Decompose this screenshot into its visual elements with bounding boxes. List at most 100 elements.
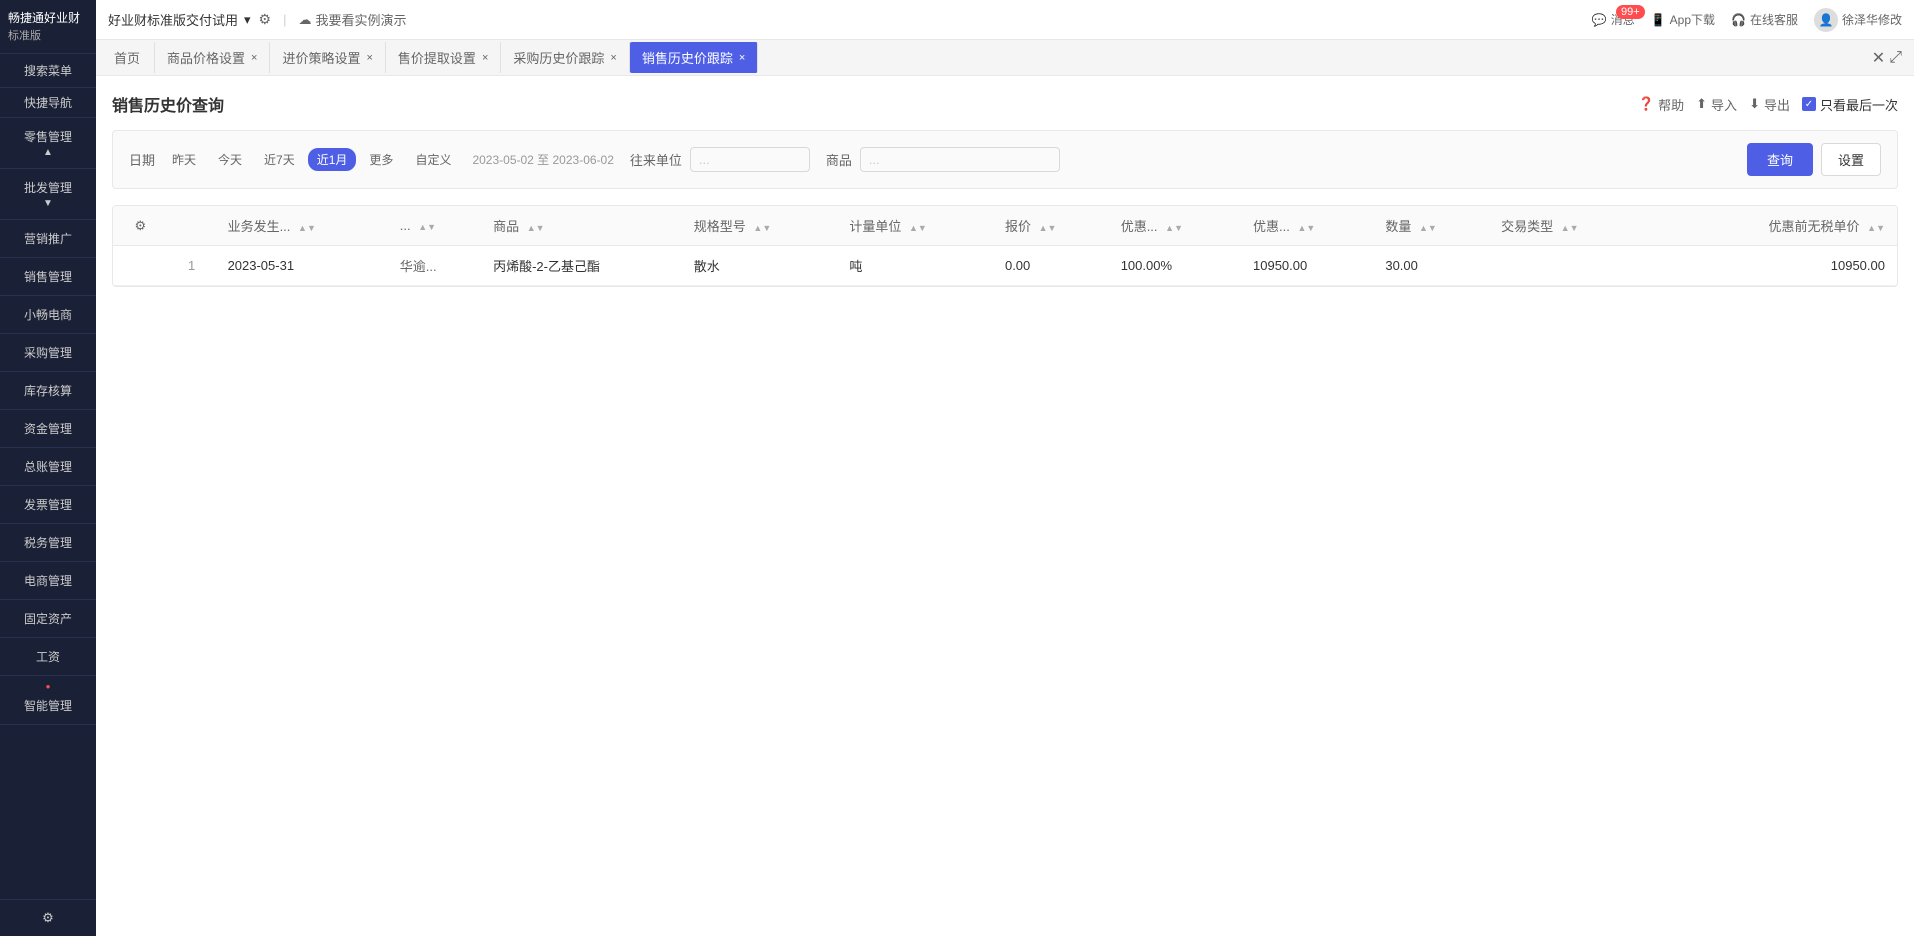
sidebar-item-assets[interactable]: 固定资产 [0, 600, 96, 638]
sort-icon: ▲▼ [1419, 223, 1437, 233]
sidebar-item-label: 销售管理 [24, 268, 72, 285]
col-spec[interactable]: 规格型号 ▲▼ [682, 206, 838, 246]
sidebar-item-sales[interactable]: 销售管理 [0, 258, 96, 296]
tab-purchase-strategy[interactable]: 进价策略设置 × [270, 42, 385, 73]
product-filter-group: 商品 ... [826, 147, 1060, 172]
col-business-date[interactable]: 业务发生... ▲▼ [216, 206, 388, 246]
sidebar-item-ecommerce[interactable]: 电商管理 [0, 562, 96, 600]
sidebar-item-wholesale[interactable]: 批发管理 ▼ [0, 169, 96, 220]
sidebar-logo: 畅捷通好业财 标准版 [0, 0, 96, 54]
tab-price-extract-close[interactable]: × [482, 52, 488, 64]
sidebar-item-inventory[interactable]: 库存核算 [0, 372, 96, 410]
query-button[interactable]: 查询 [1747, 143, 1813, 176]
import-label: 导入 [1711, 95, 1737, 114]
sidebar-item-label: 发票管理 [24, 496, 72, 513]
username-label: 徐泽华修改 [1842, 11, 1902, 28]
tab-price-extract[interactable]: 售价提取设置 × [386, 42, 501, 73]
sidebar-item-tax[interactable]: 税务管理 [0, 524, 96, 562]
import-button[interactable]: ⬆ 导入 [1696, 95, 1737, 114]
source-unit-filter-group: 往来单位 ... [630, 147, 810, 172]
row-quantity-cell: 30.00 [1373, 246, 1489, 286]
product-dots: ... [869, 152, 880, 167]
sort-icon: ▲▼ [298, 223, 316, 233]
col-config[interactable]: ⚙ [113, 206, 168, 246]
tab-purchase-strategy-close[interactable]: × [366, 52, 372, 64]
date-more[interactable]: 更多 [360, 148, 402, 171]
sidebar-item-purchase[interactable]: 采购管理 [0, 334, 96, 372]
col-ellipsis-label: ... [400, 218, 411, 233]
sidebar-quicknav[interactable]: 快捷导航 [0, 88, 96, 118]
question-icon: ❓ [1638, 96, 1654, 112]
sidebar-item-label: 总账管理 [24, 458, 72, 475]
last-only-checkbox[interactable]: ✓ 只看最后一次 [1802, 95, 1898, 114]
date-yesterday[interactable]: 昨天 [163, 148, 205, 171]
tab-price[interactable]: 商品价格设置 × [155, 42, 270, 73]
tab-price-close[interactable]: × [251, 52, 257, 64]
product-input[interactable]: ... [860, 147, 1060, 172]
app-download-button[interactable]: 📱 App下载 [1651, 11, 1715, 28]
col-business-date-label: 业务发生... [228, 219, 291, 234]
page-actions: ❓ 帮助 ⬆ 导入 ⬇ 导出 ✓ 只看最后一次 [1638, 95, 1898, 114]
export-button[interactable]: ⬇ 导出 [1749, 95, 1790, 114]
sidebar: 畅捷通好业财 标准版 搜索菜单 快捷导航 零售管理 ▲ 批发管理 ▼ 营销推广 … [0, 0, 96, 936]
sidebar-item-marketing[interactable]: 营销推广 [0, 220, 96, 258]
col-transaction-type[interactable]: 交易类型 ▲▼ [1489, 206, 1645, 246]
col-discount2-label: 优惠... [1253, 219, 1290, 234]
version-selector[interactable]: 好业财标准版交付试用 ▾ [108, 10, 251, 29]
tab-purchase-history-close[interactable]: × [610, 52, 616, 64]
source-unit-input[interactable]: ... [690, 147, 810, 172]
col-discount2[interactable]: 优惠... ▲▼ [1241, 206, 1373, 246]
tab-sales-history[interactable]: 销售历史价跟踪 × [630, 42, 758, 73]
sidebar-item-smart[interactable]: ● 智能管理 [0, 676, 96, 725]
settings-icon[interactable]: ⚙ [259, 11, 272, 28]
tab-close-all-icon[interactable]: ✕ [1872, 48, 1885, 68]
col-discount1[interactable]: 优惠... ▲▼ [1109, 206, 1241, 246]
col-product-label: 商品 [493, 219, 519, 234]
demo-link[interactable]: ☁ 我要看实例演示 [299, 10, 407, 29]
online-service-button[interactable]: 🎧 在线客服 [1731, 11, 1798, 28]
sidebar-footer-settings[interactable]: ⚙ [0, 899, 96, 936]
table-gear-icon[interactable]: ⚙ [135, 218, 147, 233]
cloud-icon: ☁ [299, 12, 312, 28]
col-ellipsis[interactable]: ... ▲▼ [388, 206, 481, 246]
date-options: 昨天 今天 近7天 近1月 更多 自定义 [163, 148, 460, 171]
version-dropdown-icon[interactable]: ▾ [244, 12, 251, 28]
col-transaction-type-label: 交易类型 [1501, 219, 1553, 234]
tab-purchase-strategy-label: 进价策略设置 [282, 48, 360, 67]
col-num [168, 206, 216, 246]
sidebar-item-salary[interactable]: 工资 [0, 638, 96, 676]
user-menu[interactable]: 👤 徐泽华修改 [1814, 8, 1902, 32]
sidebar-item-funds[interactable]: 资金管理 [0, 410, 96, 448]
table-header-row: ⚙ 业务发生... ▲▼ ... ▲▼ 商品 ▲▼ [113, 206, 1897, 246]
sidebar-item-ecommerce-small[interactable]: 小畅电商 [0, 296, 96, 334]
tab-sales-history-close[interactable]: × [739, 52, 745, 64]
col-price-label: 报价 [1005, 219, 1031, 234]
filter-area: 日期 昨天 今天 近7天 近1月 更多 自定义 2023-05-02 至 202… [112, 130, 1898, 189]
sidebar-item-retail[interactable]: 零售管理 ▲ [0, 118, 96, 169]
tab-maximize-icon[interactable]: ⤢ [1889, 49, 1902, 67]
date-last1month[interactable]: 近1月 [308, 148, 357, 171]
date-range-display: 2023-05-02 至 2023-06-02 [472, 151, 613, 168]
date-custom[interactable]: 自定义 [406, 148, 460, 171]
tab-sales-history-label: 销售历史价跟踪 [642, 48, 733, 67]
col-unit[interactable]: 计量单位 ▲▼ [837, 206, 993, 246]
help-button[interactable]: ❓ 帮助 [1638, 95, 1684, 114]
col-price[interactable]: 报价 ▲▼ [993, 206, 1109, 246]
col-product[interactable]: 商品 ▲▼ [481, 206, 682, 246]
tab-purchase-history[interactable]: 采购历史价跟踪 × [501, 42, 629, 73]
topbar: 好业财标准版交付试用 ▾ ⚙ | ☁ 我要看实例演示 💬 消息 99+ 📱 Ap… [96, 0, 1914, 40]
date-today[interactable]: 今天 [209, 148, 251, 171]
col-quantity[interactable]: 数量 ▲▼ [1373, 206, 1489, 246]
sidebar-item-label: 电商管理 [24, 572, 72, 589]
message-button[interactable]: 💬 消息 99+ [1592, 11, 1635, 28]
col-pretax-price[interactable]: 优惠前无税单价 ▲▼ [1681, 206, 1897, 246]
sidebar-search[interactable]: 搜索菜单 [0, 54, 96, 88]
demo-label: 我要看实例演示 [316, 10, 407, 29]
sidebar-item-general[interactable]: 总账管理 [0, 448, 96, 486]
checkbox-checked-icon: ✓ [1802, 97, 1816, 111]
settings-button[interactable]: 设置 [1821, 143, 1881, 176]
tab-home[interactable]: 首页 [100, 42, 155, 73]
tab-home-label: 首页 [114, 48, 140, 67]
sidebar-item-invoice[interactable]: 发票管理 [0, 486, 96, 524]
date-last7days[interactable]: 近7天 [255, 148, 304, 171]
